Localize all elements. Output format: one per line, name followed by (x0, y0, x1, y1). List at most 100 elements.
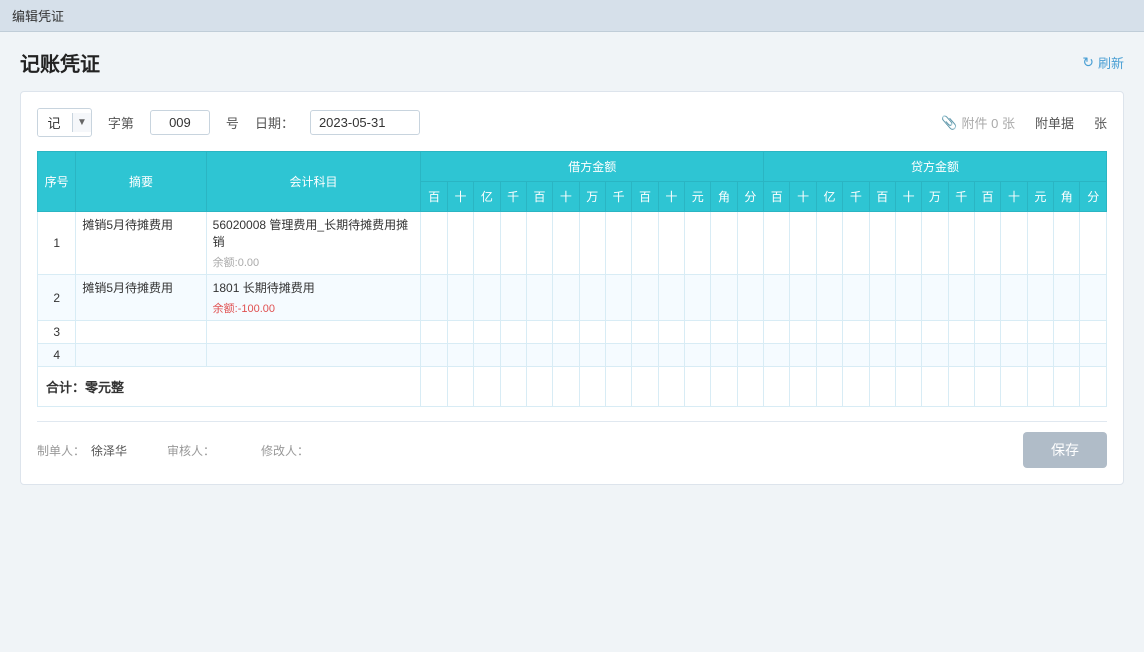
row-0-credit-7[interactable] (948, 212, 974, 275)
row-2-debit-6[interactable] (579, 321, 605, 344)
row-1-credit-11[interactable] (1054, 275, 1080, 321)
row-2-credit-2[interactable] (816, 321, 842, 344)
row-0-debit-5[interactable] (553, 212, 579, 275)
row-1-debit-9[interactable] (658, 275, 684, 321)
row-3-credit-1[interactable] (790, 344, 816, 367)
row-3-credit-2[interactable] (816, 344, 842, 367)
row-2-debit-3[interactable] (500, 321, 526, 344)
row-3-debit-0[interactable] (421, 344, 447, 367)
row-2-debit-7[interactable] (605, 321, 631, 344)
voucher-type-group[interactable]: 记 ▼ (37, 108, 92, 137)
row-0-account[interactable]: 56020008 管理费用_长期待摊费用摊销余额:0.00 (206, 212, 421, 275)
row-1-debit-4[interactable] (526, 275, 552, 321)
row-2-credit-5[interactable] (895, 321, 921, 344)
row-3-credit-5[interactable] (895, 344, 921, 367)
row-0-credit-12[interactable] (1080, 212, 1107, 275)
row-2-credit-11[interactable] (1054, 321, 1080, 344)
row-0-credit-10[interactable] (1027, 212, 1053, 275)
row-3-debit-1[interactable] (447, 344, 473, 367)
row-3-debit-11[interactable] (711, 344, 737, 367)
row-3-credit-11[interactable] (1054, 344, 1080, 367)
row-3-debit-2[interactable] (474, 344, 500, 367)
row-2-debit-9[interactable] (658, 321, 684, 344)
row-1-credit-12[interactable] (1080, 275, 1107, 321)
row-1-debit-0[interactable] (421, 275, 447, 321)
row-3-debit-7[interactable] (605, 344, 631, 367)
row-2-debit-11[interactable] (711, 321, 737, 344)
row-3-debit-8[interactable] (632, 344, 658, 367)
row-0-credit-3[interactable] (843, 212, 869, 275)
row-2-account[interactable] (206, 321, 421, 344)
row-2-credit-12[interactable] (1080, 321, 1107, 344)
row-0-debit-11[interactable] (711, 212, 737, 275)
row-2-summary[interactable] (76, 321, 206, 344)
row-3-credit-7[interactable] (948, 344, 974, 367)
row-0-debit-4[interactable] (526, 212, 552, 275)
row-0-debit-0[interactable] (421, 212, 447, 275)
row-3-account[interactable] (206, 344, 421, 367)
row-3-credit-8[interactable] (974, 344, 1000, 367)
row-1-credit-6[interactable] (922, 275, 948, 321)
row-2-debit-12[interactable] (737, 321, 763, 344)
row-0-debit-7[interactable] (605, 212, 631, 275)
row-1-debit-12[interactable] (737, 275, 763, 321)
row-1-credit-9[interactable] (1001, 275, 1027, 321)
row-3-credit-0[interactable] (764, 344, 790, 367)
row-1-debit-2[interactable] (474, 275, 500, 321)
row-1-debit-11[interactable] (711, 275, 737, 321)
row-2-debit-1[interactable] (447, 321, 473, 344)
row-3-debit-6[interactable] (579, 344, 605, 367)
row-0-credit-6[interactable] (922, 212, 948, 275)
row-0-debit-10[interactable] (685, 212, 711, 275)
row-1-debit-5[interactable] (553, 275, 579, 321)
row-3-debit-4[interactable] (526, 344, 552, 367)
row-1-credit-7[interactable] (948, 275, 974, 321)
row-0-debit-6[interactable] (579, 212, 605, 275)
row-3-credit-10[interactable] (1027, 344, 1053, 367)
row-0-debit-3[interactable] (500, 212, 526, 275)
row-3-debit-5[interactable] (553, 344, 579, 367)
row-1-debit-3[interactable] (500, 275, 526, 321)
row-3-summary[interactable] (76, 344, 206, 367)
row-2-credit-7[interactable] (948, 321, 974, 344)
row-2-credit-3[interactable] (843, 321, 869, 344)
row-2-credit-6[interactable] (922, 321, 948, 344)
row-3-credit-12[interactable] (1080, 344, 1107, 367)
row-1-debit-6[interactable] (579, 275, 605, 321)
row-1-credit-5[interactable] (895, 275, 921, 321)
row-2-debit-10[interactable] (685, 321, 711, 344)
row-3-credit-9[interactable] (1001, 344, 1027, 367)
row-2-credit-0[interactable] (764, 321, 790, 344)
row-3-credit-4[interactable] (869, 344, 895, 367)
row-0-debit-2[interactable] (474, 212, 500, 275)
row-3-credit-3[interactable] (843, 344, 869, 367)
row-1-credit-2[interactable] (816, 275, 842, 321)
row-1-credit-10[interactable] (1027, 275, 1053, 321)
row-0-credit-1[interactable] (790, 212, 816, 275)
row-1-account[interactable]: 1801 长期待摊费用余额:-100.00 (206, 275, 421, 321)
row-2-debit-0[interactable] (421, 321, 447, 344)
row-0-credit-0[interactable] (764, 212, 790, 275)
row-1-debit-10[interactable] (685, 275, 711, 321)
row-0-summary[interactable]: 摊销5月待摊费用 (76, 212, 206, 275)
row-0-debit-1[interactable] (447, 212, 473, 275)
attach-doc-button[interactable]: 附单据 (1035, 113, 1074, 132)
row-2-credit-1[interactable] (790, 321, 816, 344)
refresh-button[interactable]: ↻ 刷新 (1082, 53, 1124, 72)
voucher-number-input[interactable] (150, 110, 210, 135)
row-3-debit-3[interactable] (500, 344, 526, 367)
date-input[interactable] (310, 110, 420, 135)
row-3-debit-12[interactable] (737, 344, 763, 367)
row-3-debit-9[interactable] (658, 344, 684, 367)
row-2-debit-5[interactable] (553, 321, 579, 344)
row-1-debit-8[interactable] (632, 275, 658, 321)
row-1-credit-0[interactable] (764, 275, 790, 321)
row-0-debit-8[interactable] (632, 212, 658, 275)
row-0-credit-9[interactable] (1001, 212, 1027, 275)
row-1-credit-8[interactable] (974, 275, 1000, 321)
row-2-debit-4[interactable] (526, 321, 552, 344)
row-1-summary[interactable]: 摊销5月待摊费用 (76, 275, 206, 321)
row-2-debit-8[interactable] (632, 321, 658, 344)
row-1-debit-7[interactable] (605, 275, 631, 321)
row-1-credit-4[interactable] (869, 275, 895, 321)
